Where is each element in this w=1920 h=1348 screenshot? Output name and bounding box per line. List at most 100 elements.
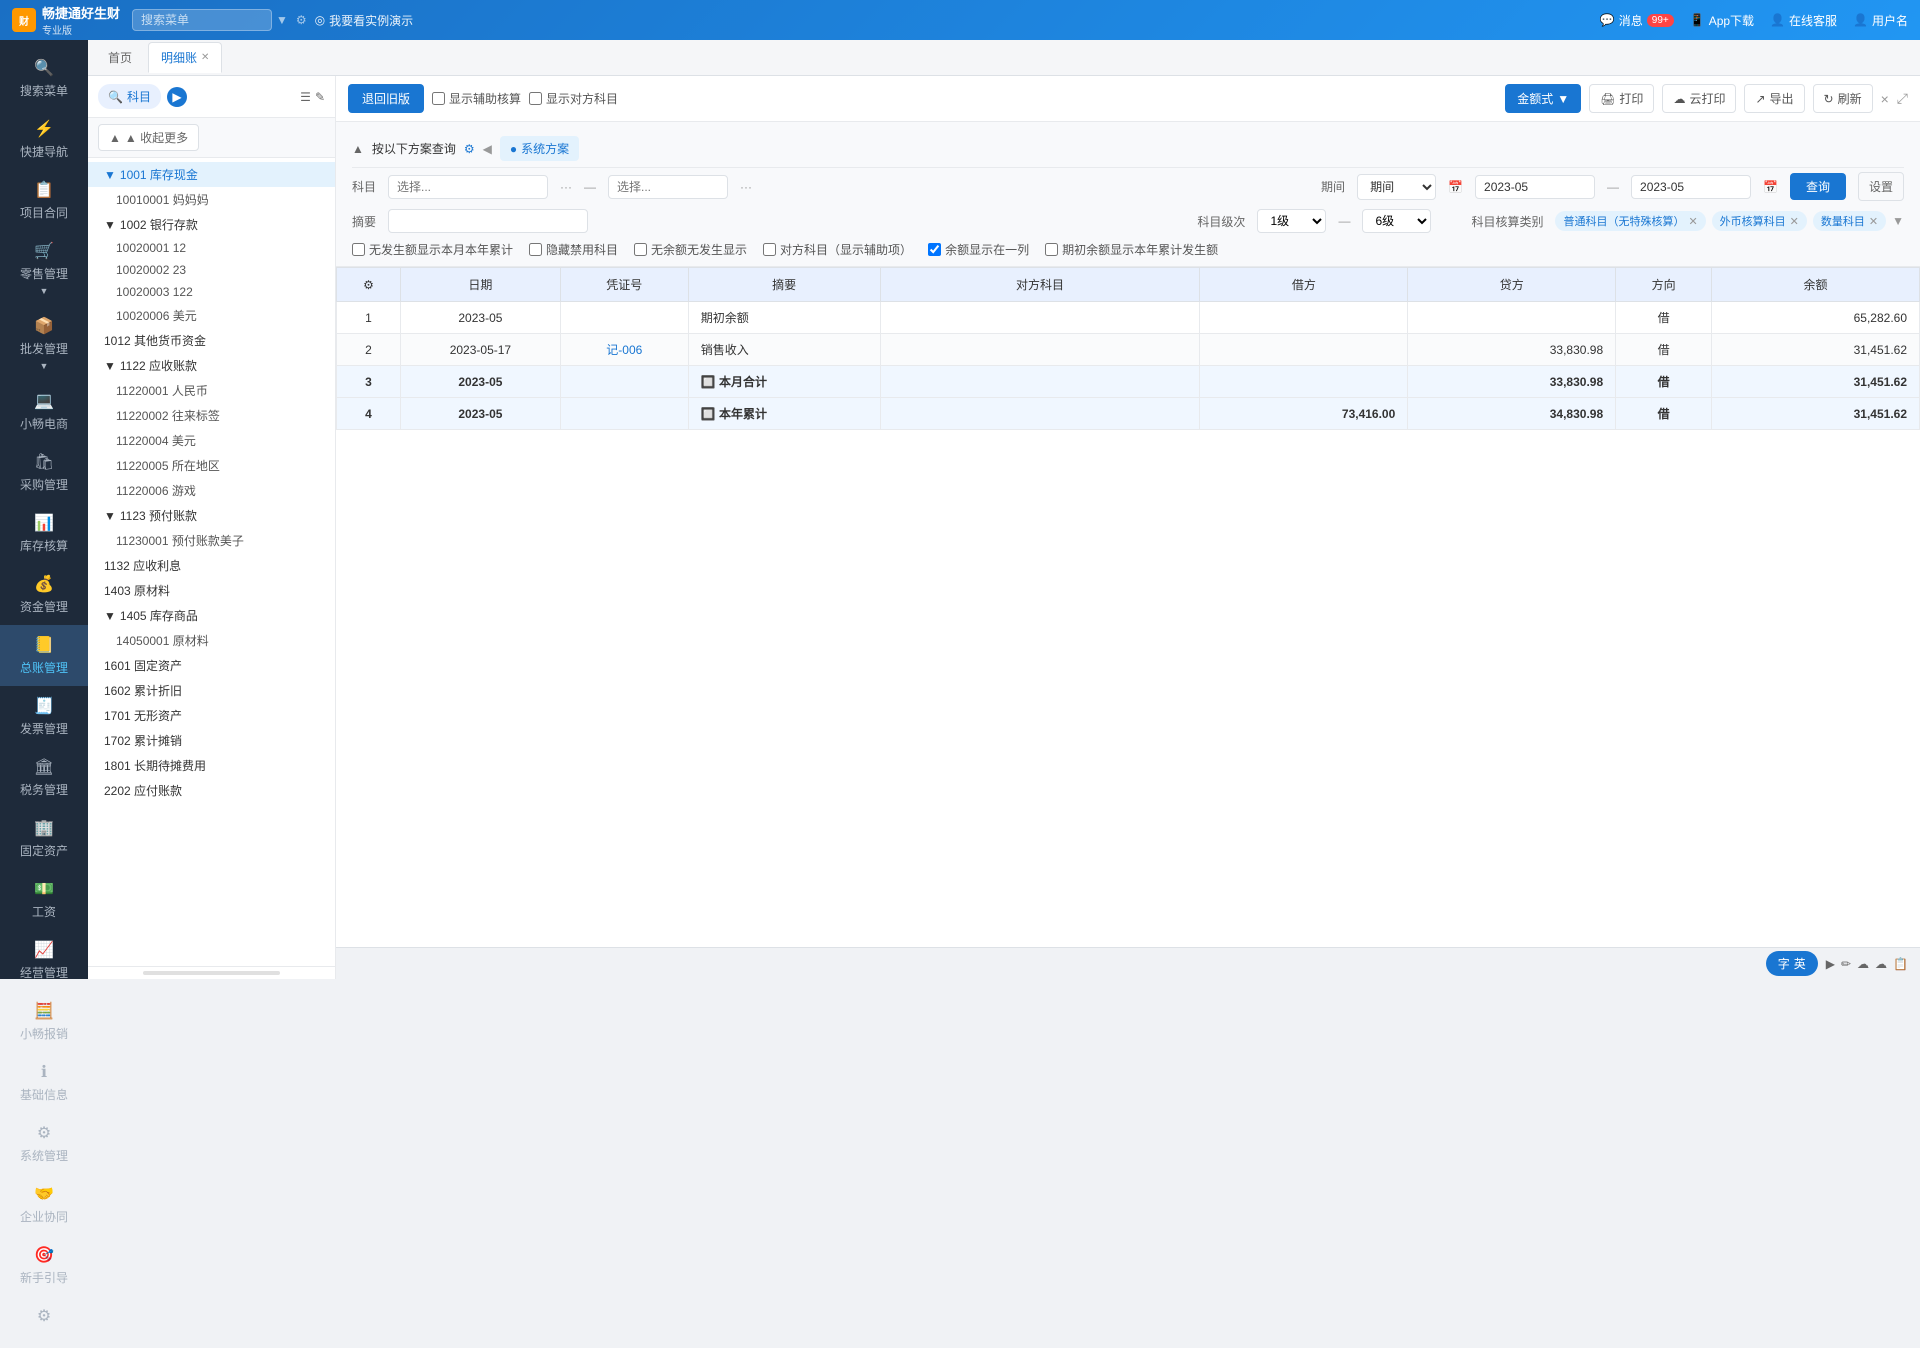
search-dropdown-icon[interactable]: ▼ xyxy=(276,13,288,27)
sidebar-item-project[interactable]: 📋 项目合同 xyxy=(0,170,88,231)
keyboard-icon[interactable]: ▶ xyxy=(1826,957,1835,971)
tree-node-1602[interactable]: 1602 累计折旧 xyxy=(88,678,335,703)
tree-node-10020003[interactable]: 10020003 122 xyxy=(88,281,335,303)
tree-node-1701[interactable]: 1701 无形资产 xyxy=(88,703,335,728)
show-opposite-checkbox[interactable]: 显示对方科目 xyxy=(529,90,618,107)
lang-toggle-btn[interactable]: 字 英 xyxy=(1766,951,1818,976)
app-download-btn[interactable]: 📱 App下载 xyxy=(1690,12,1754,29)
sidebar-item-invoice[interactable]: 🧾 发票管理 xyxy=(0,686,88,747)
period-start-input[interactable] xyxy=(1475,175,1595,199)
cloud2-icon[interactable]: ☁ xyxy=(1875,957,1887,971)
refresh-btn[interactable]: ↻ 刷新 xyxy=(1813,84,1873,113)
tree-node-2202[interactable]: 2202 应付账款 xyxy=(88,778,335,803)
tree-node-11230001[interactable]: 11230001 预付账款美子 xyxy=(88,528,335,553)
col-settings[interactable]: ⚙ xyxy=(337,268,401,302)
tag-quantity-remove[interactable]: ✕ xyxy=(1869,215,1878,228)
tree-node-1405[interactable]: ▼ 1405 库存商品 xyxy=(88,603,335,628)
level-start-select[interactable]: 1级 xyxy=(1257,209,1326,233)
tree-search-box[interactable]: 🔍 科目 xyxy=(98,84,161,109)
tab-home[interactable]: 首页 xyxy=(96,43,144,72)
tree-node-10010001[interactable]: 10010001 妈妈妈 xyxy=(88,187,335,212)
sidebar-item-payroll[interactable]: 💵 工资 xyxy=(0,869,88,930)
tree-node-1002[interactable]: ▼ 1002 银行存款 xyxy=(88,212,335,237)
subject-end-input[interactable] xyxy=(608,175,728,199)
demo-link[interactable]: ◎ 我要看实例演示 xyxy=(315,12,414,29)
tree-node-1601[interactable]: 1601 固定资产 xyxy=(88,653,335,678)
cb-hide-disabled-input[interactable] xyxy=(529,243,542,256)
sidebar-item-tax[interactable]: 🏛 税务管理 xyxy=(0,747,88,808)
subject-input[interactable] xyxy=(388,175,548,199)
show-aux-checkbox[interactable]: 显示辅助核算 xyxy=(432,90,521,107)
tree-node-14050001[interactable]: 14050001 原材料 xyxy=(88,628,335,653)
tab-detail[interactable]: 明细账 ✕ xyxy=(148,42,222,73)
subject-more-icon[interactable]: ··· xyxy=(560,180,572,194)
sidebar-item-retail[interactable]: 🛒 零售管理 ▼ xyxy=(0,231,88,306)
cb-period-begin-input[interactable] xyxy=(1045,243,1058,256)
period-end-calendar-icon[interactable]: 📅 xyxy=(1763,180,1778,194)
cb-hide-disabled[interactable]: 隐藏禁用科目 xyxy=(529,241,618,258)
sidebar-item-purchase[interactable]: 🛍 采购管理 xyxy=(0,442,88,503)
sidebar-item-inventory[interactable]: 📊 库存核算 xyxy=(0,503,88,564)
tab-close-icon[interactable]: ✕ xyxy=(201,52,209,63)
sidebar-item-coop[interactable]: 🤝 企业协同 xyxy=(0,1174,88,1235)
print-btn[interactable]: 🖨 打印 xyxy=(1589,84,1654,113)
subject-end-more-icon[interactable]: ··· xyxy=(740,180,752,194)
cb-no-occur-input[interactable] xyxy=(352,243,365,256)
cell-voucher[interactable]: 记-006 xyxy=(560,334,688,366)
category-dropdown-icon[interactable]: ▼ xyxy=(1892,214,1904,228)
cb-balance-one-col-input[interactable] xyxy=(928,243,941,256)
cloud1-icon[interactable]: ☁ xyxy=(1857,957,1869,971)
sidebar-item-sysadmin[interactable]: ⚙ 系统管理 xyxy=(0,1113,88,1174)
filter-collapse-icon[interactable]: ▲ xyxy=(352,142,364,156)
period-end-input[interactable] xyxy=(1631,175,1751,199)
tree-node-1012[interactable]: 1012 其他货币资金 xyxy=(88,328,335,353)
sidebar-item-finance[interactable]: 💰 资金管理 xyxy=(0,564,88,625)
tree-node-11220005[interactable]: 11220005 所在地区 xyxy=(88,453,335,478)
sidebar-item-ecommerce[interactable]: 💻 小畅电商 xyxy=(0,381,88,442)
expand-panel-btn[interactable]: ⤢ xyxy=(1897,90,1908,107)
tree-node-1702[interactable]: 1702 累计摊销 xyxy=(88,728,335,753)
tree-node-1801[interactable]: 1801 长期待摊费用 xyxy=(88,753,335,778)
level-end-select[interactable]: 6级 xyxy=(1362,209,1431,233)
tag-normal-remove[interactable]: ✕ xyxy=(1688,215,1697,228)
tag-foreign-remove[interactable]: ✕ xyxy=(1790,215,1799,228)
sidebar-item-wholesale[interactable]: 📦 批发管理 ▼ xyxy=(0,306,88,381)
show-aux-input[interactable] xyxy=(432,92,445,105)
tree-body[interactable]: ▼ 1001 库存现金 10010001 妈妈妈 ▼ 1002 银行存款 100… xyxy=(88,158,335,966)
summary-input[interactable] xyxy=(388,209,588,233)
sidebar-item-settings[interactable]: ⚙ xyxy=(0,1296,88,1336)
tree-node-11220006[interactable]: 11220006 游戏 xyxy=(88,478,335,503)
cb-no-balance-input[interactable] xyxy=(634,243,647,256)
tree-node-10020006[interactable]: 10020006 美元 xyxy=(88,303,335,328)
gold-mode-btn[interactable]: 金额式 ▼ xyxy=(1505,84,1581,113)
tree-node-1132[interactable]: 1132 应收利息 xyxy=(88,553,335,578)
online-service-btn[interactable]: 👤 在线客服 xyxy=(1770,12,1837,29)
sidebar-item-search[interactable]: 🔍 搜索菜单 xyxy=(0,48,88,109)
cb-no-occur[interactable]: 无发生额显示本月本年累计 xyxy=(352,241,513,258)
tree-node-1122[interactable]: ▼ 1122 应收账款 xyxy=(88,353,335,378)
tree-node-10020001[interactable]: 10020001 12 xyxy=(88,237,335,259)
tree-node-11220002[interactable]: 11220002 往来标签 xyxy=(88,403,335,428)
schema-btn[interactable]: ● 系统方案 xyxy=(500,136,579,161)
return-old-btn[interactable]: 退回旧版 xyxy=(348,84,424,113)
edit-icon[interactable]: ✏ xyxy=(1841,957,1851,971)
tree-node-11220004[interactable]: 11220004 美元 xyxy=(88,428,335,453)
cb-opposite-input[interactable] xyxy=(763,243,776,256)
cb-period-begin[interactable]: 期初余额显示本年累计发生额 xyxy=(1045,241,1218,258)
tree-node-1001[interactable]: ▼ 1001 库存现金 xyxy=(88,162,335,187)
sidebar-item-basicinfo[interactable]: ℹ 基础信息 xyxy=(0,1052,88,1113)
tree-node-1403[interactable]: 1403 原材料 xyxy=(88,578,335,603)
cb-balance-one-col[interactable]: 余额显示在一列 xyxy=(928,241,1029,258)
tree-node-1123[interactable]: ▼ 1123 预付账款 xyxy=(88,503,335,528)
settings-gear-icon[interactable]: ⚙ xyxy=(464,142,475,156)
filter-settings-btn[interactable]: 设置 xyxy=(1858,172,1904,201)
sidebar-item-ops[interactable]: 📈 经营管理 xyxy=(0,930,88,991)
cb-no-balance[interactable]: 无余额无发生显示 xyxy=(634,241,747,258)
tree-edit-icon[interactable]: ✎ xyxy=(315,90,325,104)
period-calendar-icon[interactable]: 📅 xyxy=(1448,180,1463,194)
sidebar-item-newguide[interactable]: 🎯 新手引导 xyxy=(0,1235,88,1296)
tree-list-icon[interactable]: ☰ xyxy=(300,90,311,104)
filter-arrow-icon[interactable]: ◀ xyxy=(483,142,492,156)
expand-more-btn[interactable]: ▲ ▲ 收起更多 xyxy=(98,124,199,151)
search-input[interactable] xyxy=(132,9,272,31)
